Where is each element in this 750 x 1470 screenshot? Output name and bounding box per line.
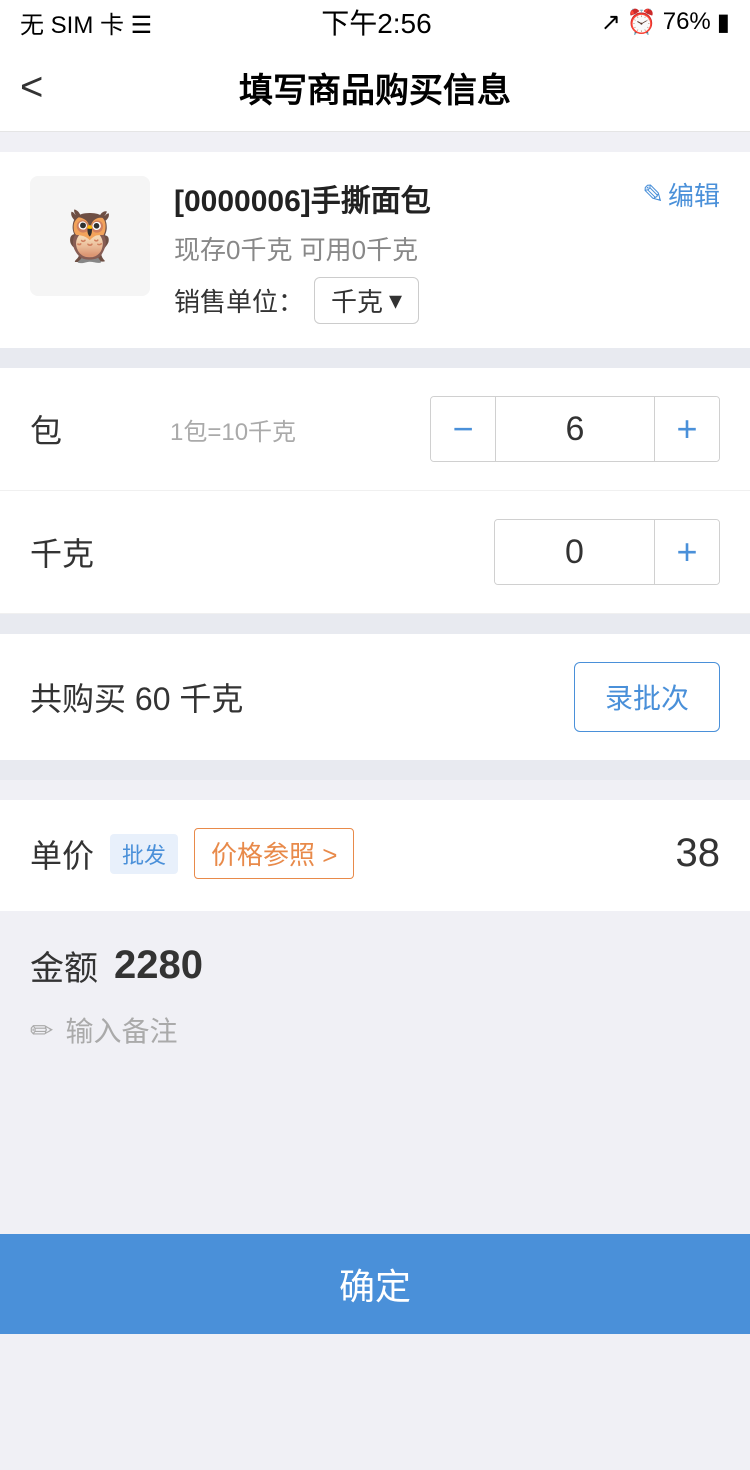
remark-row[interactable]: ✏ 输入备注: [30, 1010, 720, 1070]
status-time: 下午2:56: [321, 2, 432, 42]
price-reference-button[interactable]: 价格参照 >: [194, 828, 354, 879]
battery-icon: ▮: [717, 8, 730, 37]
total-text: 共购买 60 千克: [30, 674, 243, 720]
pencil-icon: ✏: [30, 1014, 53, 1047]
input-section: 包 1包=10千克 − + 千克 +: [0, 368, 750, 614]
amount-label: 金额: [30, 941, 98, 990]
status-left: 无 SIM 卡 ☰: [20, 5, 152, 40]
amount-section: 金额 2280 ✏ 输入备注: [0, 911, 750, 1070]
amount-value: 2280: [114, 943, 203, 988]
signal-icon: ↗: [601, 8, 621, 37]
product-stock: 现存0千克 可用0千克: [174, 230, 720, 267]
bao-quantity-input[interactable]: [495, 397, 655, 461]
price-value: 38: [676, 831, 721, 876]
bao-input-row: 包 1包=10千克 − +: [0, 368, 750, 491]
bao-hint: 1包=10千克: [170, 412, 410, 447]
unit-value: 千克: [331, 282, 383, 319]
product-thumbnail: 🦉: [30, 176, 150, 296]
separator-1: [0, 348, 750, 368]
product-name: [0000006]手撕面包: [174, 176, 720, 220]
unit-selector[interactable]: 千克 ▾: [314, 277, 419, 324]
status-right: ↗ ⏰ 76% ▮: [601, 8, 730, 37]
bao-plus-button[interactable]: +: [655, 397, 719, 461]
batch-badge: 批发: [110, 834, 178, 874]
battery-level: 76%: [663, 8, 711, 36]
separator-2: [0, 614, 750, 634]
alarm-icon: ⏰: [627, 8, 657, 37]
confirm-button[interactable]: 确定: [0, 1234, 750, 1334]
price-section: 单价 批发 价格参照 > 38: [0, 800, 750, 911]
kg-quantity-input[interactable]: [495, 520, 655, 584]
price-label: 单价: [30, 831, 94, 877]
page-title: 填写商品购买信息: [239, 63, 511, 112]
product-unit-row: 销售单位： 千克 ▾: [174, 277, 720, 324]
back-button[interactable]: <: [20, 65, 43, 110]
amount-row: 金额 2280: [30, 941, 720, 990]
unit-label: 销售单位：: [174, 282, 304, 319]
bao-quantity-control: − +: [430, 396, 720, 462]
edit-label: 编辑: [668, 176, 720, 213]
separator-3: [0, 760, 750, 780]
kg-quantity-control: +: [494, 519, 720, 585]
status-bar: 无 SIM 卡 ☰ 下午2:56 ↗ ⏰ 76% ▮: [0, 0, 750, 44]
total-row: 共购买 60 千克 录批次: [0, 634, 750, 760]
bao-label: 包: [30, 406, 150, 452]
product-info: [0000006]手撕面包 现存0千克 可用0千克 销售单位： 千克 ▾: [174, 176, 720, 324]
edit-icon: ✎: [642, 179, 664, 210]
unit-arrow-icon: ▾: [389, 285, 402, 316]
kg-label: 千克: [30, 529, 150, 575]
price-row: 单价 批发 价格参照 > 38: [30, 828, 720, 879]
kg-plus-button[interactable]: +: [655, 520, 719, 584]
record-batch-button[interactable]: 录批次: [574, 662, 720, 732]
bao-minus-button[interactable]: −: [431, 397, 495, 461]
kg-input-row: 千克 +: [0, 491, 750, 614]
sim-status: 无 SIM 卡 ☰: [20, 5, 152, 40]
nav-bar: < 填写商品购买信息: [0, 44, 750, 132]
remark-placeholder: 输入备注: [65, 1010, 177, 1050]
edit-button[interactable]: ✎ 编辑: [642, 176, 720, 213]
product-card: 🦉 [0000006]手撕面包 现存0千克 可用0千克 销售单位： 千克 ▾ ✎…: [0, 152, 750, 348]
product-icon: 🦉: [59, 207, 121, 266]
